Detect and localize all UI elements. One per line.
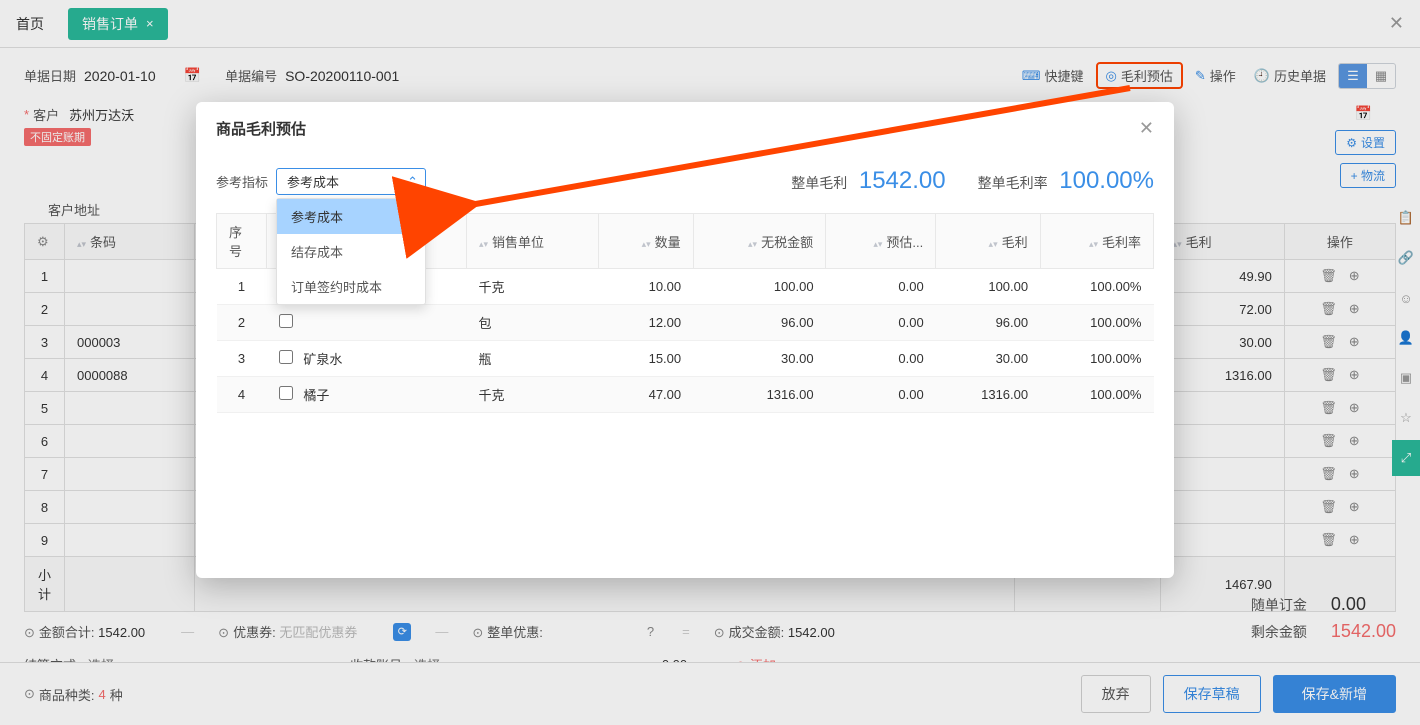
cell-index: 4: [217, 377, 267, 413]
cell-profit: 30.00: [936, 341, 1040, 377]
cell-index: 1: [217, 269, 267, 305]
col-est: 预估...: [886, 235, 923, 250]
cell-unit: 千克: [467, 269, 599, 305]
cell-amount: 96.00: [693, 305, 825, 341]
modal-close-icon[interactable]: ✕: [1139, 118, 1154, 139]
col-rate: 毛利率: [1102, 235, 1141, 250]
cell-profit: 1316.00: [936, 377, 1040, 413]
table-row[interactable]: 2 包 12.00 96.00 0.00 96.00 100.00%: [217, 305, 1154, 341]
table-row[interactable]: 4 橘子 千克 47.00 1316.00 0.00 1316.00 100.0…: [217, 377, 1154, 413]
option-balance-cost[interactable]: 结存成本: [277, 234, 425, 269]
total-profit-label: 整单毛利: [791, 175, 847, 191]
sort-icon[interactable]: ▴▾: [479, 242, 488, 247]
cell-qty: 47.00: [599, 377, 693, 413]
cell-amount: 30.00: [693, 341, 825, 377]
cell-unit: 瓶: [467, 341, 599, 377]
col-profit: 毛利: [1002, 235, 1028, 250]
cell-est: 0.00: [826, 269, 936, 305]
row-checkbox[interactable]: [279, 386, 293, 400]
sort-icon[interactable]: ▴▾: [989, 242, 998, 247]
total-rate-label: 整单毛利率: [978, 175, 1048, 191]
total-profit-value: 1542.00: [859, 167, 946, 194]
cell-qty: 10.00: [599, 269, 693, 305]
table-row[interactable]: 3 矿泉水 瓶 15.00 30.00 0.00 30.00 100.00%: [217, 341, 1154, 377]
sort-icon[interactable]: ▴▾: [1089, 242, 1098, 247]
col-unit: 销售单位: [492, 235, 544, 250]
row-checkbox[interactable]: [279, 350, 293, 364]
sort-icon[interactable]: ▴▾: [642, 242, 651, 247]
indicator-dropdown: 参考成本 结存成本 订单签约时成本: [276, 198, 426, 305]
col-amount: 无税金额: [761, 235, 813, 250]
cell-est: 0.00: [826, 305, 936, 341]
cell-qty: 12.00: [599, 305, 693, 341]
sort-icon[interactable]: ▴▾: [748, 242, 757, 247]
cell-unit: 千克: [467, 377, 599, 413]
cell-amount: 100.00: [693, 269, 825, 305]
cell-profit: 96.00: [936, 305, 1040, 341]
col-qty: 数量: [655, 235, 681, 250]
profit-estimate-modal: 商品毛利预估 ✕ 参考指标 ⌃ 参考成本 结存成本 订单签约时成本 整单毛利 1…: [196, 102, 1174, 578]
filter-label: 参考指标: [216, 172, 268, 191]
cell-index: 3: [217, 341, 267, 377]
total-rate-value: 100.00%: [1059, 167, 1154, 194]
modal-title: 商品毛利预估: [216, 118, 306, 139]
row-checkbox[interactable]: [279, 314, 293, 328]
cell-profit: 100.00: [936, 269, 1040, 305]
chevron-up-icon[interactable]: ⌃: [407, 174, 418, 190]
reference-indicator-select[interactable]: [276, 168, 426, 195]
cell-product: [267, 305, 467, 341]
cell-est: 0.00: [826, 341, 936, 377]
cell-rate: 100.00%: [1040, 341, 1153, 377]
cell-qty: 15.00: [599, 341, 693, 377]
cell-unit: 包: [467, 305, 599, 341]
col-idx: 序号: [229, 225, 242, 259]
cell-est: 0.00: [826, 377, 936, 413]
cell-amount: 1316.00: [693, 377, 825, 413]
cell-product: 橘子: [267, 377, 467, 413]
cell-rate: 100.00%: [1040, 269, 1153, 305]
option-reference-cost[interactable]: 参考成本: [277, 199, 425, 234]
cell-rate: 100.00%: [1040, 377, 1153, 413]
cell-rate: 100.00%: [1040, 305, 1153, 341]
sort-icon[interactable]: ▴▾: [873, 242, 882, 247]
cell-product: 矿泉水: [267, 341, 467, 377]
cell-index: 2: [217, 305, 267, 341]
option-contract-cost[interactable]: 订单签约时成本: [277, 269, 425, 304]
